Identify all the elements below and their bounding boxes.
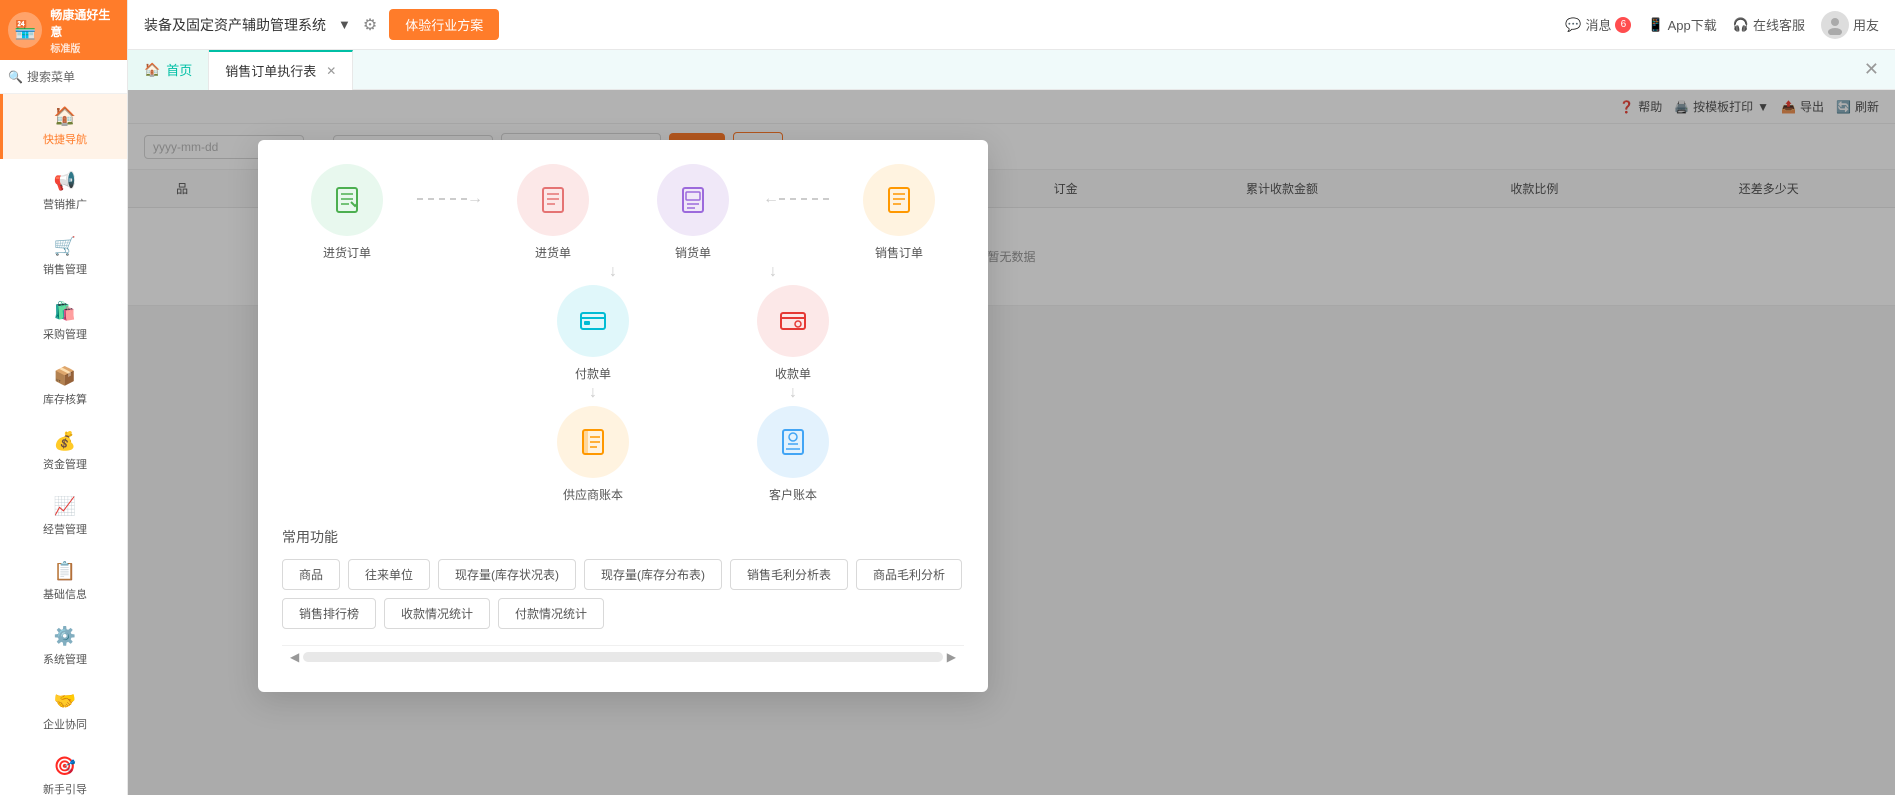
- btn-inventory-distribution[interactable]: 现存量(库存分布表): [584, 559, 722, 590]
- tab-sales-order[interactable]: 销售订单执行表 ✕: [209, 50, 353, 90]
- home-icon: 🏠: [54, 106, 76, 127]
- system-title: 装备及固定资产辅助管理系统: [144, 15, 326, 35]
- box-icon: 📦: [54, 366, 76, 387]
- supplier-ledger-icon: [557, 406, 629, 478]
- common-functions-title: 常用功能: [282, 527, 964, 547]
- btn-product[interactable]: 商品: [282, 559, 340, 590]
- payment-icon: [557, 285, 629, 357]
- payment-label: 付款单: [575, 365, 611, 382]
- sidebar-item-quicknav[interactable]: 🏠 快捷导航: [0, 94, 127, 159]
- customer-ledger-icon: [757, 406, 829, 478]
- sidebar-item-sales[interactable]: 🛒 销售管理: [0, 224, 127, 289]
- sidebar-item-operations[interactable]: 📈 经营管理: [0, 484, 127, 549]
- btn-product-profit[interactable]: 商品毛利分析: [856, 559, 962, 590]
- close-main-icon[interactable]: ✕: [1848, 59, 1895, 80]
- gear-icon: ⚙️: [54, 626, 76, 647]
- clipboard-icon: 📋: [54, 561, 76, 582]
- btn-receipt-stats[interactable]: 收款情况统计: [384, 598, 490, 629]
- supplier-ledger-label: 供应商账本: [563, 486, 623, 503]
- common-buttons-row2: 销售排行榜 收款情况统计 付款情况统计: [282, 598, 964, 629]
- online-service-item[interactable]: 🎧 在线客服: [1733, 15, 1805, 34]
- scroll-row: ◀ ▶: [282, 645, 964, 668]
- home-tab-icon: 🏠: [144, 62, 160, 78]
- receipt-icon: [757, 285, 829, 357]
- sales-order-icon: [863, 164, 935, 236]
- content-area: ❓ 帮助 🖨️ 按模板打印 ▼ 📤 导出 🔄 刷新: [128, 90, 1895, 795]
- money-icon: 💰: [54, 431, 76, 452]
- search-menu[interactable]: 🔍 搜索菜单: [0, 60, 127, 94]
- handshake-icon: 🤝: [54, 691, 76, 712]
- chevron-down-icon: ▼: [338, 17, 351, 32]
- service-icon: 🎧: [1733, 17, 1749, 33]
- flow-item-sales-order[interactable]: 销售订单: [829, 164, 969, 261]
- logo-text: 畅康通好生意: [50, 6, 119, 40]
- message-item[interactable]: 💬 消息 6: [1565, 15, 1631, 34]
- settings-icon[interactable]: ⚙: [363, 15, 377, 35]
- flow-item-sales-receipt[interactable]: 销货单: [623, 164, 763, 261]
- purchase-order-icon: [311, 164, 383, 236]
- flow-modal: 进货订单 → 进货单: [258, 140, 988, 692]
- btn-payment-stats[interactable]: 付款情况统计: [498, 598, 604, 629]
- search-icon: 🔍: [8, 70, 23, 84]
- sidebar-item-purchase[interactable]: 🛍️ 采购管理: [0, 289, 127, 354]
- avatar: [1821, 11, 1849, 39]
- flow-item-receipt[interactable]: 收款单: [723, 285, 863, 382]
- sidebar-logo: 🏪 畅康通好生意 标准版: [0, 0, 127, 60]
- chart-icon: 📈: [54, 496, 76, 517]
- scroll-right-icon[interactable]: ▶: [947, 650, 956, 664]
- btn-sales-ranking[interactable]: 销售排行榜: [282, 598, 376, 629]
- logo-icon: 🏪: [8, 12, 42, 48]
- tabbar: 🏠 首页 销售订单执行表 ✕ ✕: [128, 50, 1895, 90]
- flow-item-purchase-order[interactable]: 进货订单: [277, 164, 417, 261]
- sidebar-nav: 🏠 快捷导航 📢 营销推广 🛒 销售管理 🛍️ 采购管理 📦 库存核算 💰: [0, 94, 127, 795]
- logo-sub: 标准版: [50, 40, 119, 55]
- flow-item-supplier-ledger[interactable]: 供应商账本: [523, 406, 663, 503]
- experience-btn[interactable]: 体验行业方案: [389, 9, 499, 40]
- sidebar-item-finance[interactable]: 💰 资金管理: [0, 419, 127, 484]
- common-buttons: 商品 往来单位 现存量(库存状况表) 现存量(库存分布表) 销售毛利分析表 商品…: [282, 559, 964, 590]
- sidebar-item-collaboration[interactable]: 🤝 企业协同: [0, 679, 127, 744]
- btn-inventory-status[interactable]: 现存量(库存状况表): [438, 559, 576, 590]
- sidebar-item-inventory[interactable]: 📦 库存核算: [0, 354, 127, 419]
- purchase-receipt-label: 进货单: [535, 244, 571, 261]
- tab-close-icon[interactable]: ✕: [326, 64, 336, 78]
- cart-icon: 🛒: [54, 236, 76, 257]
- sales-receipt-label: 销货单: [675, 244, 711, 261]
- flow-item-payment[interactable]: 付款单: [523, 285, 663, 382]
- modal-overlay[interactable]: 进货订单 → 进货单: [128, 90, 1895, 795]
- topbar-right: 💬 消息 6 📱 App下载 🎧 在线客服 用友: [1565, 11, 1879, 39]
- bag-icon: 🛍️: [54, 301, 76, 322]
- message-badge: 6: [1615, 17, 1631, 33]
- receipt-label: 收款单: [775, 365, 811, 382]
- message-icon: 💬: [1565, 17, 1581, 33]
- flow-item-purchase-receipt[interactable]: 进货单: [483, 164, 623, 261]
- sidebar-item-marketing[interactable]: 📢 营销推广: [0, 159, 127, 224]
- btn-supplier[interactable]: 往来单位: [348, 559, 430, 590]
- common-section: 常用功能 商品 往来单位 现存量(库存状况表) 现存量(库存分布表) 销售毛利分…: [282, 527, 964, 629]
- sales-order-label: 销售订单: [875, 244, 923, 261]
- megaphone-icon: 📢: [54, 171, 76, 192]
- sales-receipt-icon: [657, 164, 729, 236]
- flow-section: 进货订单 → 进货单: [282, 164, 964, 503]
- customer-ledger-label: 客户账本: [769, 486, 817, 503]
- system-dropdown[interactable]: ▼: [338, 17, 351, 32]
- app-download-item[interactable]: 📱 App下载: [1647, 15, 1716, 34]
- btn-sales-profit-analysis[interactable]: 销售毛利分析表: [730, 559, 848, 590]
- scroll-left-icon[interactable]: ◀: [290, 650, 299, 664]
- user-item[interactable]: 用友: [1821, 11, 1879, 39]
- download-icon: 📱: [1647, 17, 1663, 33]
- purchase-receipt-icon: [517, 164, 589, 236]
- sidebar-item-basic-info[interactable]: 📋 基础信息: [0, 549, 127, 614]
- sidebar-item-guide[interactable]: 🎯 新手引导: [0, 744, 127, 795]
- scroll-bar[interactable]: [303, 652, 943, 662]
- tab-home[interactable]: 🏠 首页: [128, 50, 209, 90]
- topbar: 装备及固定资产辅助管理系统 ▼ ⚙ 体验行业方案 💬 消息 6 📱 App下载 …: [128, 0, 1895, 50]
- purchase-order-label: 进货订单: [323, 244, 371, 261]
- sidebar-item-system[interactable]: ⚙️ 系统管理: [0, 614, 127, 679]
- target-icon: 🎯: [54, 756, 76, 777]
- flow-item-customer-ledger[interactable]: 客户账本: [723, 406, 863, 503]
